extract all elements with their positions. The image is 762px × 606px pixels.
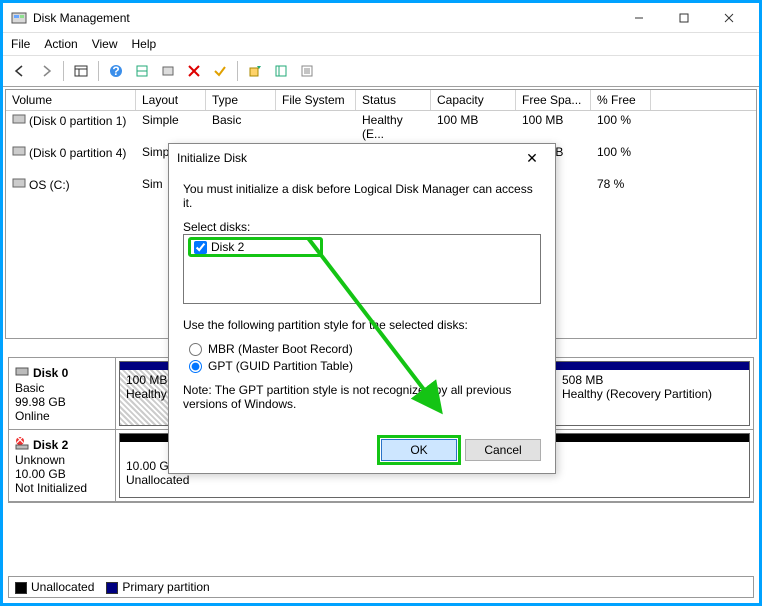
- disk-error-icon: ✕: [15, 436, 29, 453]
- refresh-button[interactable]: [244, 60, 266, 82]
- gpt-radio-input[interactable]: [189, 360, 202, 373]
- forward-button[interactable]: [35, 60, 57, 82]
- col-volume[interactable]: Volume: [6, 90, 136, 110]
- close-button[interactable]: [706, 4, 751, 32]
- partition-status: Healthy: [126, 387, 172, 401]
- apply-button[interactable]: [209, 60, 231, 82]
- col-capacity[interactable]: Capacity: [431, 90, 516, 110]
- disk2-info: ✕ Disk 2 Unknown 10.00 GB Not Initialized: [9, 430, 116, 501]
- dialog-titlebar: Initialize Disk ✕: [169, 144, 555, 172]
- volume-row[interactable]: (Disk 0 partition 1)SimpleBasicHealthy (…: [6, 111, 756, 143]
- disk-icon: [15, 364, 29, 381]
- disk0-info: Disk 0 Basic 99.98 GB Online: [9, 358, 116, 429]
- col-type[interactable]: Type: [206, 90, 276, 110]
- app-icon: [11, 10, 27, 26]
- ok-button[interactable]: OK: [381, 439, 457, 461]
- dialog-close-button[interactable]: ✕: [517, 150, 547, 167]
- list-button[interactable]: [296, 60, 318, 82]
- dialog-title: Initialize Disk: [177, 151, 517, 165]
- menu-bar: File Action View Help: [3, 33, 759, 55]
- legend-primary: Primary partition: [106, 580, 209, 594]
- toolbar: ?: [3, 55, 759, 87]
- delete-button[interactable]: [183, 60, 205, 82]
- disk2-type: Unknown: [15, 453, 109, 467]
- maximize-button[interactable]: [661, 4, 706, 32]
- menu-action[interactable]: Action: [44, 37, 77, 51]
- col-filesystem[interactable]: File System: [276, 90, 356, 110]
- menu-file[interactable]: File: [11, 37, 30, 51]
- rescan-button[interactable]: [270, 60, 292, 82]
- disk2-size: 10.00 GB: [15, 467, 109, 481]
- disk0-partition-4[interactable]: 508 MB Healthy (Recovery Partition): [555, 361, 750, 426]
- col-status[interactable]: Status: [356, 90, 431, 110]
- back-button[interactable]: [9, 60, 31, 82]
- title-bar: Disk Management: [3, 3, 759, 33]
- dialog-message: You must initialize a disk before Logica…: [183, 182, 541, 210]
- disk0-type: Basic: [15, 381, 109, 395]
- disk2-checkbox[interactable]: [194, 241, 207, 254]
- gpt-radio[interactable]: GPT (GUID Partition Table): [189, 359, 541, 373]
- legend-unallocated: Unallocated: [15, 580, 94, 594]
- disk2-name: Disk 2: [33, 438, 68, 452]
- disk2-state: Not Initialized: [15, 481, 109, 495]
- partition-size: 508 MB: [562, 373, 743, 387]
- toolbar-separator: [237, 61, 238, 81]
- col-pct-free[interactable]: % Free: [591, 90, 651, 110]
- col-free-space[interactable]: Free Spa...: [516, 90, 591, 110]
- initialize-disk-dialog: Initialize Disk ✕ You must initialize a …: [168, 143, 556, 474]
- minimize-button[interactable]: [616, 4, 661, 32]
- unallocated-label: Unallocated: [126, 473, 743, 487]
- properties-button[interactable]: [157, 60, 179, 82]
- select-disks-label: Select disks:: [183, 220, 541, 234]
- legend: Unallocated Primary partition: [8, 576, 754, 598]
- window-title: Disk Management: [33, 11, 616, 25]
- show-hide-tree-button[interactable]: [70, 60, 92, 82]
- disk-listbox[interactable]: Disk 2: [183, 234, 541, 304]
- column-headers: Volume Layout Type File System Status Ca…: [6, 90, 756, 111]
- mbr-radio[interactable]: MBR (Master Boot Record): [189, 342, 541, 356]
- toolbar-separator: [63, 61, 64, 81]
- svg-text:?: ?: [112, 64, 119, 78]
- help-button[interactable]: ?: [105, 60, 127, 82]
- menu-help[interactable]: Help: [132, 37, 157, 51]
- disk0-size: 99.98 GB: [15, 395, 109, 409]
- partition-style-label: Use the following partition style for th…: [183, 318, 541, 332]
- gpt-note: Note: The GPT partition style is not rec…: [183, 383, 541, 411]
- cancel-button[interactable]: Cancel: [465, 439, 541, 461]
- mbr-radio-input[interactable]: [189, 343, 202, 356]
- col-layout[interactable]: Layout: [136, 90, 206, 110]
- partition-size: 100 MB: [126, 373, 172, 387]
- disk0-name: Disk 0: [33, 366, 68, 380]
- disk-checkbox-row[interactable]: Disk 2: [188, 237, 323, 257]
- disk2-checkbox-label: Disk 2: [211, 240, 244, 254]
- toolbar-separator: [98, 61, 99, 81]
- partition-status: Healthy (Recovery Partition): [562, 387, 743, 401]
- settings-button[interactable]: [131, 60, 153, 82]
- menu-view[interactable]: View: [92, 37, 118, 51]
- disk0-state: Online: [15, 409, 109, 423]
